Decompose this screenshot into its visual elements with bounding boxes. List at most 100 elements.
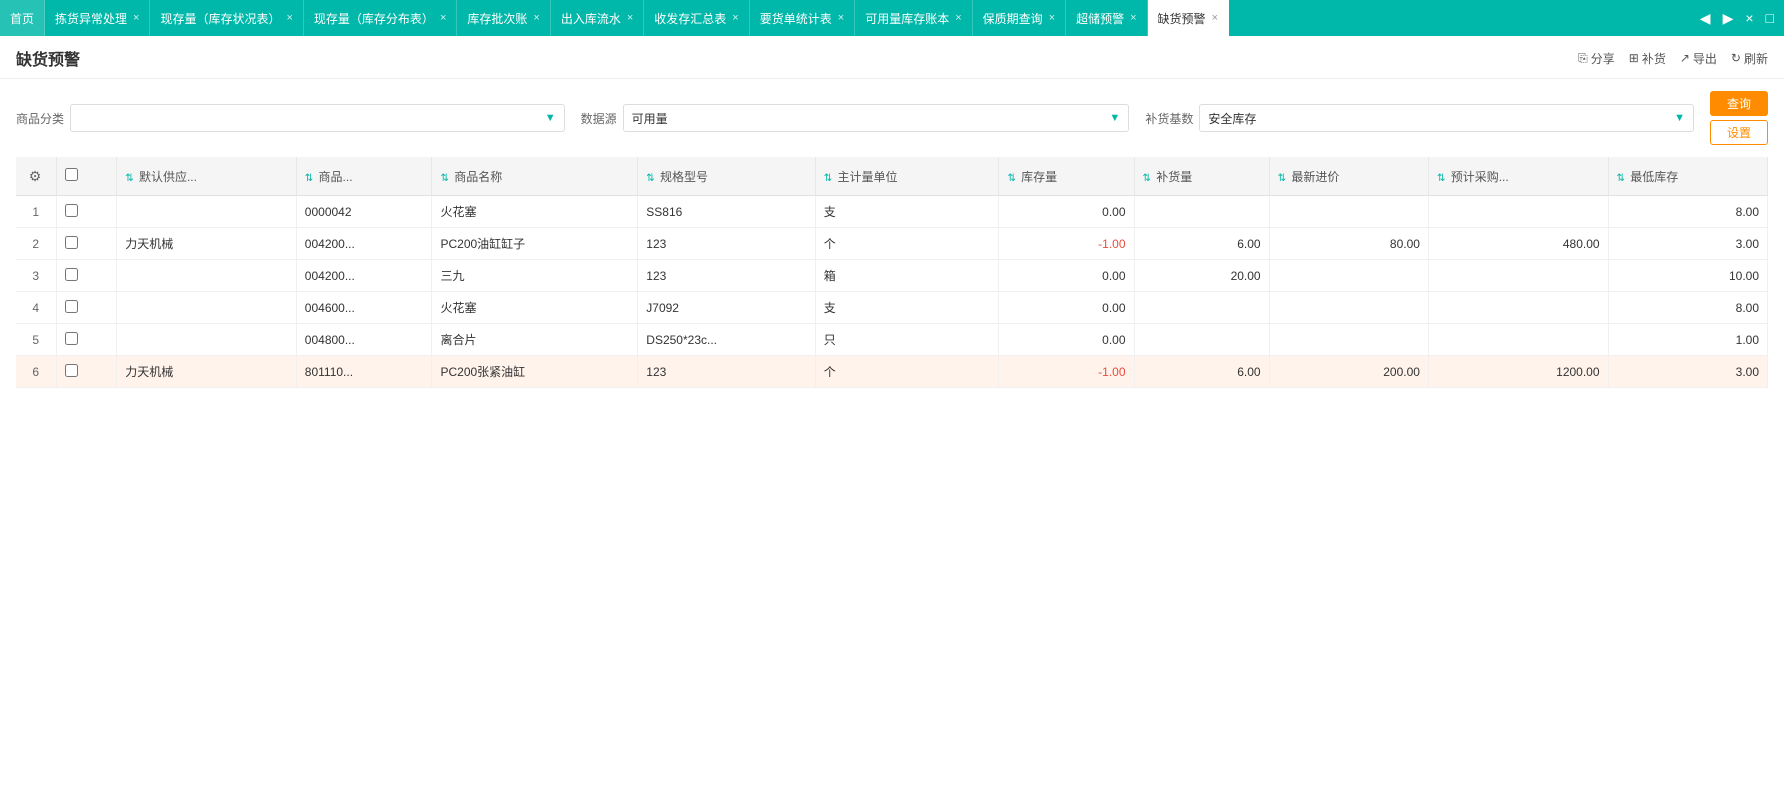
- tab-shortage[interactable]: 缺货预警 ×: [1148, 0, 1229, 36]
- row-select-3[interactable]: [65, 268, 78, 281]
- row-select-5[interactable]: [65, 332, 78, 345]
- row-select-6[interactable]: [65, 364, 78, 377]
- tab-expiry[interactable]: 保质期查询 ×: [973, 0, 1066, 36]
- table-row: 4 004600... 火花塞 J7092 支 0.00 8.00: [16, 292, 1768, 324]
- table-row: 3 004200... 三九 123 箱 0.00 20.00 10.00: [16, 260, 1768, 292]
- replenish-base-arrow: ▼: [1674, 112, 1685, 124]
- row-min-stock-2: 3.00: [1608, 228, 1767, 260]
- main-content: 缺货预警 ⎘ 分享 ⊞ 补货 ↗ 导出 ↻ 刷新 商品分类: [0, 36, 1784, 796]
- data-table: ⚙ ⇅ 默认供应... ⇅ 商品... ⇅ 商品名称: [16, 157, 1768, 388]
- refresh-icon: ↻: [1731, 51, 1741, 65]
- table-body: 1 0000042 火花塞 SS816 支 0.00 8.00 2 力天机械 0…: [16, 196, 1768, 388]
- stock-sort-icon: ⇅: [1007, 173, 1015, 184]
- tab-summary[interactable]: 收发存汇总表 ×: [644, 0, 749, 36]
- row-checkbox-2: [56, 228, 117, 260]
- replenish-button[interactable]: ⊞ 补货: [1629, 50, 1666, 67]
- close-tab-1[interactable]: ×: [133, 12, 139, 24]
- close-tab-10[interactable]: ×: [1130, 12, 1136, 24]
- row-spec-4: J7092: [638, 292, 816, 324]
- row-supplier-2: 力天机械: [117, 228, 297, 260]
- th-estimated-purchase: ⇅ 预计采购...: [1428, 157, 1608, 196]
- category-select[interactable]: ▼: [70, 104, 565, 132]
- datasource-select-value: 可用量: [632, 110, 668, 127]
- filter-bar: 商品分类 ▼ 数据源 可用量 ▼ 补货基数 安全库存 ▼ 查询 设置: [0, 79, 1784, 157]
- row-checkbox-1: [56, 196, 117, 228]
- latest-price-sort-icon: ⇅: [1278, 173, 1286, 184]
- nav-prev-icon[interactable]: ◀: [1694, 10, 1717, 27]
- row-num-5: 5: [16, 324, 56, 356]
- close-tab-11[interactable]: ×: [1212, 12, 1218, 24]
- tab-pick-exception[interactable]: 拣货异常处理 ×: [45, 0, 150, 36]
- nav-maximize-icon[interactable]: □: [1760, 10, 1780, 26]
- close-tab-5[interactable]: ×: [627, 12, 633, 24]
- row-replenish-qty-2: 6.00: [1134, 228, 1269, 260]
- export-icon: ↗: [1680, 51, 1690, 65]
- close-tab-4[interactable]: ×: [533, 12, 539, 24]
- row-checkbox-6: [56, 356, 117, 388]
- tab-requisition[interactable]: 要货单统计表 ×: [750, 0, 855, 36]
- product-name-sort-icon: ⇅: [440, 173, 448, 184]
- replenish-base-filter: 补货基数 安全库存 ▼: [1145, 104, 1694, 132]
- row-spec-3: 123: [638, 260, 816, 292]
- refresh-button[interactable]: ↻ 刷新: [1731, 50, 1768, 67]
- th-min-stock: ⇅ 最低库存: [1608, 157, 1767, 196]
- estimated-purchase-sort-icon: ⇅: [1437, 173, 1445, 184]
- column-settings-icon[interactable]: ⚙: [24, 165, 46, 187]
- tab-flow[interactable]: 出入库流水 ×: [551, 0, 644, 36]
- nav-next-icon[interactable]: ▶: [1717, 10, 1740, 27]
- nav-controls: ◀ ▶ × □: [1694, 10, 1784, 27]
- close-tab-3[interactable]: ×: [440, 12, 446, 24]
- row-latest-price-6: 200.00: [1269, 356, 1428, 388]
- row-replenish-qty-6: 6.00: [1134, 356, 1269, 388]
- tab-available-stock[interactable]: 可用量库存账本 ×: [855, 0, 972, 36]
- row-latest-price-5: [1269, 324, 1428, 356]
- row-stock-5: 0.00: [999, 324, 1134, 356]
- row-supplier-6: 力天机械: [117, 356, 297, 388]
- page-title: 缺货预警: [16, 46, 80, 70]
- replenish-base-value: 安全库存: [1208, 110, 1256, 127]
- spec-sort-icon: ⇅: [646, 173, 654, 184]
- close-tab-2[interactable]: ×: [286, 12, 292, 24]
- row-latest-price-1: [1269, 196, 1428, 228]
- datasource-select[interactable]: 可用量 ▼: [623, 104, 1130, 132]
- row-select-2[interactable]: [65, 236, 78, 249]
- tab-batch-account[interactable]: 库存批次账 ×: [457, 0, 550, 36]
- th-settings: ⚙: [16, 157, 56, 196]
- close-tab-7[interactable]: ×: [838, 12, 844, 24]
- min-stock-sort-icon: ⇅: [1617, 173, 1625, 184]
- close-tab-9[interactable]: ×: [1049, 12, 1055, 24]
- tab-stock-dist[interactable]: 现存量（库存分布表） ×: [304, 0, 457, 36]
- row-product-code-1: 0000042: [296, 196, 432, 228]
- table-row: 6 力天机械 801110... PC200张紧油缸 123 个 -1.00 6…: [16, 356, 1768, 388]
- row-product-name-3: 三九: [432, 260, 638, 292]
- th-latest-price: ⇅ 最新进价: [1269, 157, 1428, 196]
- close-tab-8[interactable]: ×: [955, 12, 961, 24]
- share-button[interactable]: ⎘ 分享: [1578, 50, 1615, 67]
- supplier-sort-icon: ⇅: [125, 173, 133, 184]
- replenish-base-select[interactable]: 安全库存 ▼: [1199, 104, 1694, 132]
- tab-overstock[interactable]: 超储预警 ×: [1066, 0, 1147, 36]
- row-spec-6: 123: [638, 356, 816, 388]
- row-min-stock-3: 10.00: [1608, 260, 1767, 292]
- th-checkbox: [56, 157, 117, 196]
- row-select-1[interactable]: [65, 204, 78, 217]
- th-replenish-qty: ⇅ 补货量: [1134, 157, 1269, 196]
- share-icon: ⎘: [1578, 51, 1588, 66]
- query-button[interactable]: 查询: [1710, 91, 1768, 116]
- nav-close-icon[interactable]: ×: [1739, 10, 1759, 26]
- row-latest-price-3: [1269, 260, 1428, 292]
- row-estimated-purchase-1: [1428, 196, 1608, 228]
- row-unit-5: 只: [815, 324, 999, 356]
- page-header: 缺货预警 ⎘ 分享 ⊞ 补货 ↗ 导出 ↻ 刷新: [0, 36, 1784, 79]
- select-all-checkbox[interactable]: [65, 168, 78, 181]
- settings-button[interactable]: 设置: [1710, 120, 1768, 145]
- tab-home[interactable]: 首页: [0, 0, 45, 36]
- export-button[interactable]: ↗ 导出: [1680, 50, 1717, 67]
- row-select-4[interactable]: [65, 300, 78, 313]
- row-supplier-5: [117, 324, 297, 356]
- datasource-filter: 数据源 可用量 ▼: [581, 104, 1130, 132]
- tab-stock-status[interactable]: 现存量（库存状况表） ×: [150, 0, 303, 36]
- close-tab-6[interactable]: ×: [732, 12, 738, 24]
- row-product-code-6: 801110...: [296, 356, 432, 388]
- row-product-code-5: 004800...: [296, 324, 432, 356]
